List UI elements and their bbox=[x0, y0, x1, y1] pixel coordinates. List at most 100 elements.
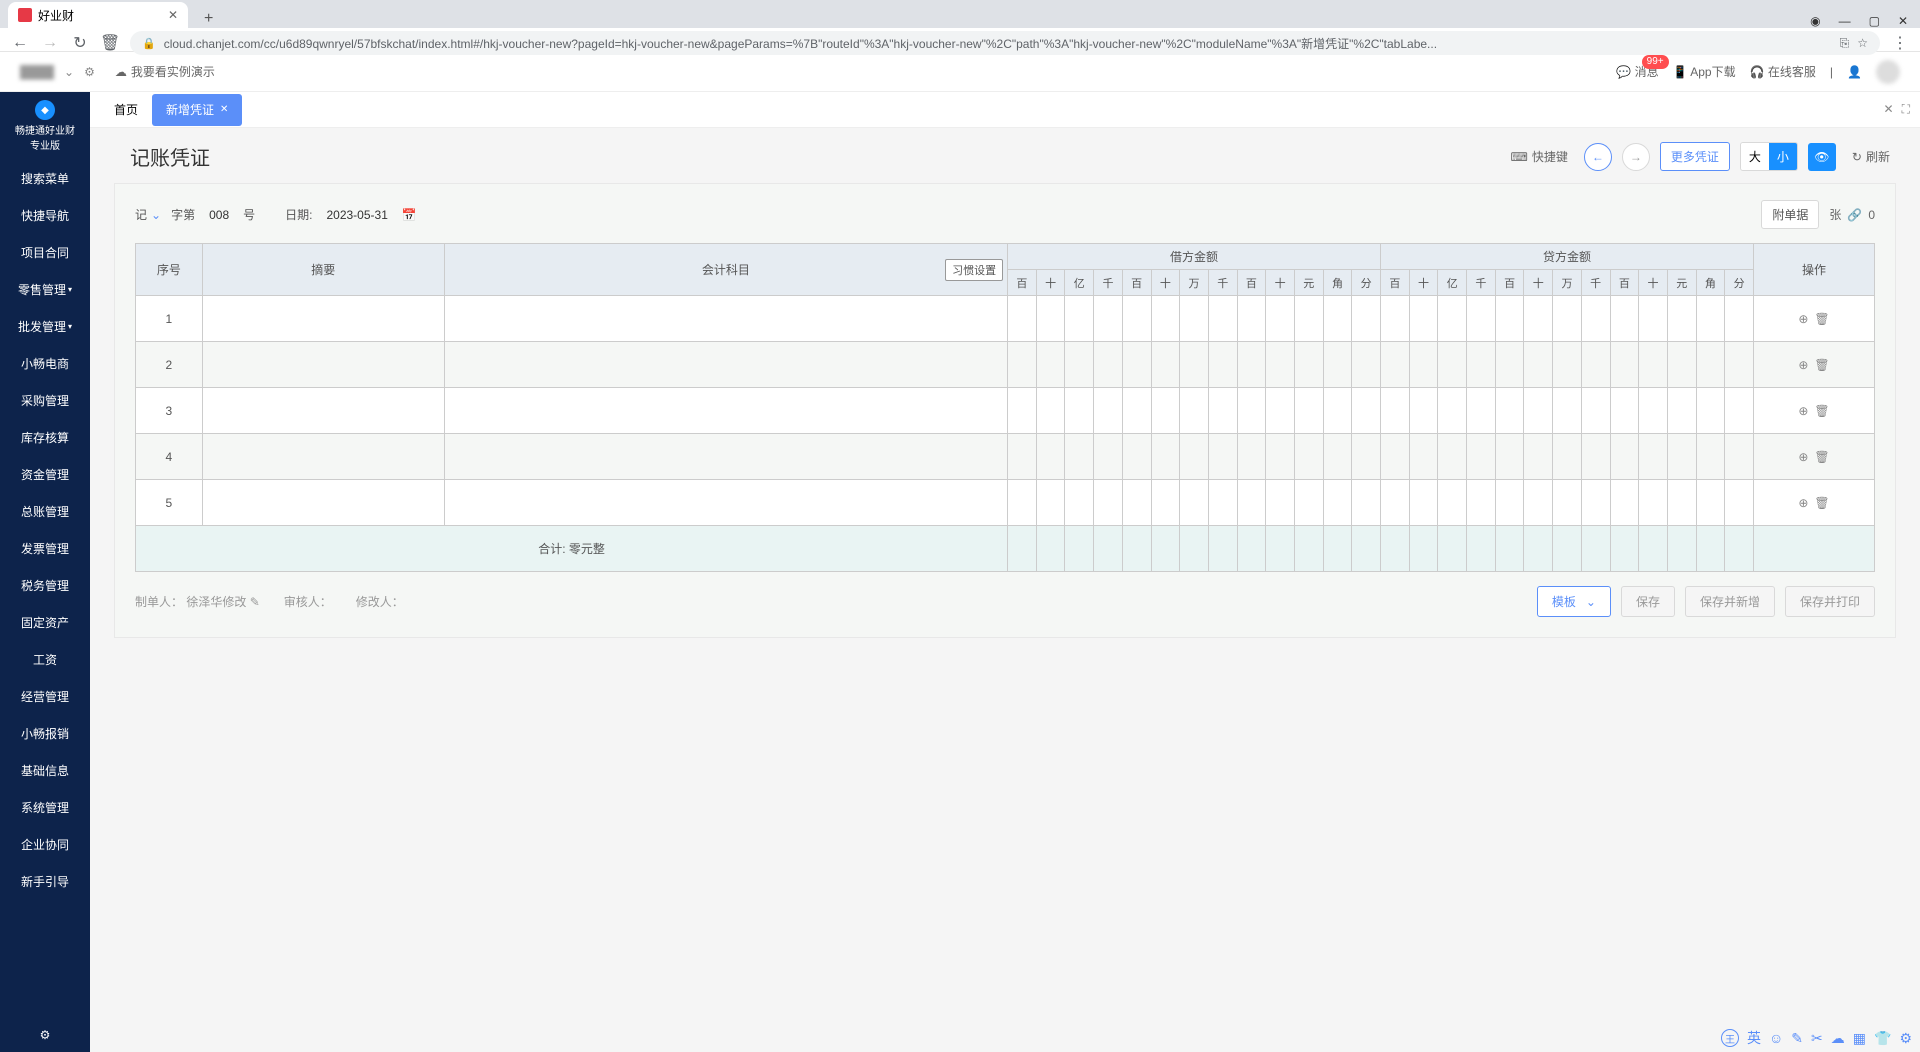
grid-icon[interactable]: ▦ bbox=[1853, 1030, 1866, 1047]
digit-cell[interactable] bbox=[1553, 388, 1582, 434]
sidebar-item-3[interactable]: 零售管理▾ bbox=[0, 271, 90, 308]
digit-cell[interactable] bbox=[1008, 296, 1037, 342]
voucher-type-select[interactable]: 记 ⌄ bbox=[135, 206, 161, 223]
subject-cell[interactable] bbox=[444, 434, 1007, 480]
digit-cell[interactable] bbox=[1725, 480, 1754, 526]
digit-cell[interactable] bbox=[1266, 480, 1295, 526]
digit-cell[interactable] bbox=[1581, 388, 1610, 434]
delete-row-icon[interactable]: 🗑 bbox=[1814, 312, 1829, 326]
digit-cell[interactable] bbox=[1696, 296, 1725, 342]
digit-cell[interactable] bbox=[1122, 342, 1151, 388]
digit-cell[interactable] bbox=[1237, 296, 1266, 342]
sidebar-item-11[interactable]: 税务管理 bbox=[0, 567, 90, 604]
digit-cell[interactable] bbox=[1094, 342, 1123, 388]
digit-cell[interactable] bbox=[1639, 434, 1668, 480]
url-box[interactable]: 🔒 cloud.chanjet.com/cc/u6d89qwnryel/57bf… bbox=[130, 31, 1880, 55]
close-window-icon[interactable]: ✕ bbox=[1898, 14, 1908, 28]
digit-cell[interactable] bbox=[1553, 342, 1582, 388]
digit-cell[interactable] bbox=[1122, 480, 1151, 526]
date-input[interactable]: 2023-05-31 bbox=[322, 206, 391, 224]
settings-icon[interactable]: ⚙ bbox=[1899, 1030, 1912, 1047]
message-button[interactable]: 💬 消息 99+ bbox=[1616, 63, 1658, 80]
digit-cell[interactable] bbox=[1094, 480, 1123, 526]
attach-button[interactable]: 附单据 bbox=[1761, 200, 1819, 229]
digit-cell[interactable] bbox=[1524, 296, 1553, 342]
digit-cell[interactable] bbox=[1381, 342, 1410, 388]
more-voucher-button[interactable]: 更多凭证 bbox=[1660, 142, 1730, 171]
calendar-icon[interactable]: 📅 bbox=[402, 208, 417, 222]
digit-cell[interactable] bbox=[1553, 296, 1582, 342]
digit-cell[interactable] bbox=[1610, 434, 1639, 480]
sidebar-item-19[interactable]: 新手引导 bbox=[0, 863, 90, 900]
digit-cell[interactable] bbox=[1495, 342, 1524, 388]
install-icon[interactable]: ⎘ bbox=[1840, 36, 1850, 51]
digit-cell[interactable] bbox=[1266, 388, 1295, 434]
digit-cell[interactable] bbox=[1696, 342, 1725, 388]
digit-cell[interactable] bbox=[1581, 342, 1610, 388]
digit-cell[interactable] bbox=[1151, 342, 1180, 388]
add-row-icon[interactable]: ⊕ bbox=[1798, 312, 1808, 326]
digit-cell[interactable] bbox=[1610, 342, 1639, 388]
save-print-button[interactable]: 保存并打印 bbox=[1785, 586, 1875, 617]
digit-cell[interactable] bbox=[1438, 434, 1467, 480]
delete-row-icon[interactable]: 🗑 bbox=[1814, 450, 1829, 464]
menu-icon[interactable]: ⋮ bbox=[1890, 33, 1910, 53]
sidebar-item-5[interactable]: 小畅电商 bbox=[0, 345, 90, 382]
digit-cell[interactable] bbox=[1553, 434, 1582, 480]
tab-close-icon[interactable]: ✕ bbox=[168, 8, 178, 22]
digit-cell[interactable] bbox=[1409, 480, 1438, 526]
sidebar-item-15[interactable]: 小畅报销 bbox=[0, 715, 90, 752]
demo-link[interactable]: ☁ 我要看实例演示 bbox=[115, 63, 215, 80]
ime-lang[interactable]: 英 bbox=[1747, 1028, 1761, 1048]
digit-cell[interactable] bbox=[1065, 434, 1094, 480]
digit-cell[interactable] bbox=[1094, 388, 1123, 434]
digit-cell[interactable] bbox=[1352, 388, 1381, 434]
org-selector[interactable]: ████ bbox=[20, 65, 54, 79]
digit-cell[interactable] bbox=[1352, 434, 1381, 480]
browser-tab[interactable]: 好业财 ✕ bbox=[8, 2, 188, 28]
digit-cell[interactable] bbox=[1581, 480, 1610, 526]
digit-cell[interactable] bbox=[1725, 296, 1754, 342]
sidebar-item-18[interactable]: 企业协同 bbox=[0, 826, 90, 863]
digit-cell[interactable] bbox=[1323, 296, 1352, 342]
forward-icon[interactable]: → bbox=[40, 34, 60, 52]
digit-cell[interactable] bbox=[1294, 342, 1323, 388]
digit-cell[interactable] bbox=[1667, 480, 1696, 526]
ime-icon[interactable]: 王 bbox=[1721, 1029, 1739, 1047]
digit-cell[interactable] bbox=[1094, 434, 1123, 480]
subject-cell[interactable] bbox=[444, 296, 1007, 342]
digit-cell[interactable] bbox=[1409, 296, 1438, 342]
fullscreen-icon[interactable]: ⛶ bbox=[1902, 102, 1910, 117]
summary-cell[interactable] bbox=[202, 342, 444, 388]
sidebar-item-4[interactable]: 批发管理▾ bbox=[0, 308, 90, 345]
digit-cell[interactable] bbox=[1180, 388, 1209, 434]
digit-cell[interactable] bbox=[1696, 388, 1725, 434]
tab-new-voucher[interactable]: 新增凭证 ✕ bbox=[152, 94, 242, 126]
digit-cell[interactable] bbox=[1323, 388, 1352, 434]
link-icon[interactable]: 🔗 bbox=[1847, 208, 1862, 222]
digit-cell[interactable] bbox=[1409, 434, 1438, 480]
size-large[interactable]: 大 bbox=[1741, 143, 1769, 170]
maximize-icon[interactable]: ▢ bbox=[1869, 14, 1880, 28]
sidebar-item-9[interactable]: 总账管理 bbox=[0, 493, 90, 530]
digit-cell[interactable] bbox=[1610, 296, 1639, 342]
sidebar-settings[interactable]: ⚙ bbox=[0, 1018, 90, 1052]
digit-cell[interactable] bbox=[1323, 480, 1352, 526]
digit-cell[interactable] bbox=[1524, 388, 1553, 434]
summary-cell[interactable] bbox=[202, 480, 444, 526]
digit-cell[interactable] bbox=[1467, 388, 1496, 434]
gear-icon[interactable]: ⚙ bbox=[84, 65, 95, 79]
digit-cell[interactable] bbox=[1381, 434, 1410, 480]
digit-cell[interactable] bbox=[1467, 342, 1496, 388]
user-icon[interactable]: 👤 bbox=[1847, 65, 1862, 79]
person-icon[interactable]: 👕 bbox=[1874, 1030, 1891, 1047]
digit-cell[interactable] bbox=[1725, 342, 1754, 388]
digit-cell[interactable] bbox=[1266, 296, 1295, 342]
close-all-icon[interactable]: ✕ bbox=[1884, 102, 1894, 117]
voucher-number-input[interactable]: 008 bbox=[205, 206, 233, 224]
star-icon[interactable]: ☆ bbox=[1857, 36, 1868, 50]
digit-cell[interactable] bbox=[1524, 480, 1553, 526]
digit-cell[interactable] bbox=[1639, 342, 1668, 388]
digit-cell[interactable] bbox=[1352, 342, 1381, 388]
digit-cell[interactable] bbox=[1008, 480, 1037, 526]
